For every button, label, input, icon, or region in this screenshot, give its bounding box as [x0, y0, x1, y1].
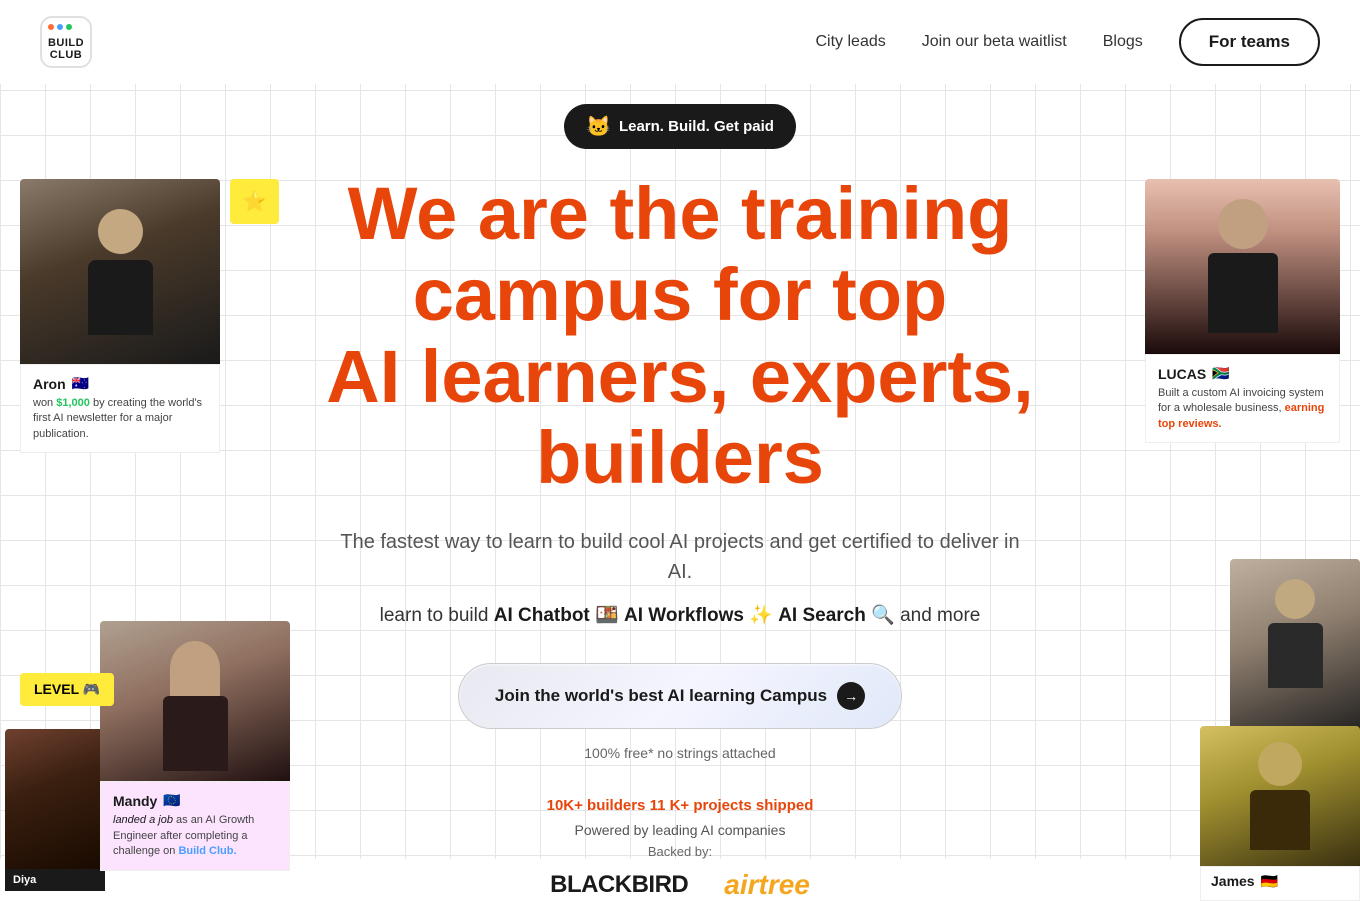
james-photo: [1200, 726, 1360, 866]
diya-info: Diya: [5, 869, 105, 891]
cta-join-button[interactable]: Join the world's best AI learning Campus…: [458, 663, 902, 729]
learn-badge-text: Learn. Build. Get paid: [619, 118, 774, 135]
aron-name: Aron 🇦🇺: [33, 375, 207, 392]
aron-info: Aron 🇦🇺 won $1,000 by creating the world…: [20, 364, 220, 453]
powered-text: Powered by leading AI companies: [575, 822, 786, 838]
nav-links: City leads Join our beta waitlist Blogs …: [816, 18, 1321, 66]
card-aron: Aron 🇦🇺 won $1,000 by creating the world…: [20, 179, 220, 453]
learn-badge: Learn. Build. Get paid: [564, 104, 796, 149]
level-badge: LEVEL 🎮: [20, 673, 114, 706]
backed-text: Backed by:: [648, 844, 712, 859]
sponsor-logos: BLACKBIRD airtree: [550, 869, 810, 901]
aron-photo: [20, 179, 220, 364]
nav-city-leads[interactable]: City leads: [816, 33, 886, 51]
blackbird-logo: BLACKBIRD: [550, 871, 688, 899]
star-badge: ⭐: [230, 179, 279, 224]
nav-for-teams-button[interactable]: For teams: [1179, 18, 1320, 66]
hero-title: We are the training campus for top AI le…: [230, 173, 1130, 499]
hero-title-line2: AI learners, experts, builders: [326, 335, 1033, 499]
james-info: James 🇩🇪: [1200, 866, 1360, 901]
cta-arrow-icon: →: [837, 682, 865, 710]
airtree-logo: airtree: [724, 869, 810, 901]
card-mandy: Mandy 🇪🇺 landed a job as an AI Growth En…: [100, 621, 290, 870]
card-lucas: LUCAS 🇿🇦 Built a custom AI invoicing sys…: [1145, 179, 1340, 443]
aron-desc: won $1,000 by creating the world's first…: [33, 396, 207, 442]
hero-subtitle: The fastest way to learn to build cool A…: [340, 527, 1020, 587]
lucas-photo: [1145, 179, 1340, 354]
nav-beta-waitlist[interactable]: Join our beta waitlist: [922, 33, 1067, 51]
free-text: 100% free* no strings attached: [584, 745, 775, 761]
cta-label: Join the world's best AI learning Campus: [495, 686, 827, 706]
lucas-info: LUCAS 🇿🇦 Built a custom AI invoicing sys…: [1145, 354, 1340, 443]
michael-photo: [1230, 559, 1360, 744]
card-diya: Diya: [5, 729, 105, 891]
hero-title-line1: We are the training campus for top: [348, 172, 1013, 336]
hero-section: Aron 🇦🇺 won $1,000 by creating the world…: [0, 84, 1360, 901]
james-name: James 🇩🇪: [1211, 873, 1349, 890]
hero-features: learn to build AI Chatbot 🍱 AI Workflows…: [380, 603, 981, 627]
mandy-desc: landed a job as an AI Growth Engineer af…: [113, 813, 277, 859]
diya-name: Diya: [13, 874, 97, 886]
card-james: James 🇩🇪: [1200, 726, 1360, 901]
mandy-name: Mandy 🇪🇺: [113, 792, 277, 809]
diya-photo: [5, 729, 105, 869]
lucas-desc: Built a custom AI invoicing system for a…: [1158, 386, 1327, 432]
mandy-photo: [100, 621, 290, 781]
lucas-name: LUCAS 🇿🇦: [1158, 365, 1327, 382]
logo[interactable]: BUILDCLUB: [40, 16, 92, 68]
navigation: BUILDCLUB City leads Join our beta waitl…: [0, 0, 1360, 84]
stats-text: 10K+ builders 11 K+ projects shipped: [547, 797, 814, 814]
logo-icon: BUILDCLUB: [40, 16, 92, 68]
mandy-info: Mandy 🇪🇺 landed a job as an AI Growth En…: [100, 781, 290, 870]
nav-blogs[interactable]: Blogs: [1103, 33, 1143, 51]
